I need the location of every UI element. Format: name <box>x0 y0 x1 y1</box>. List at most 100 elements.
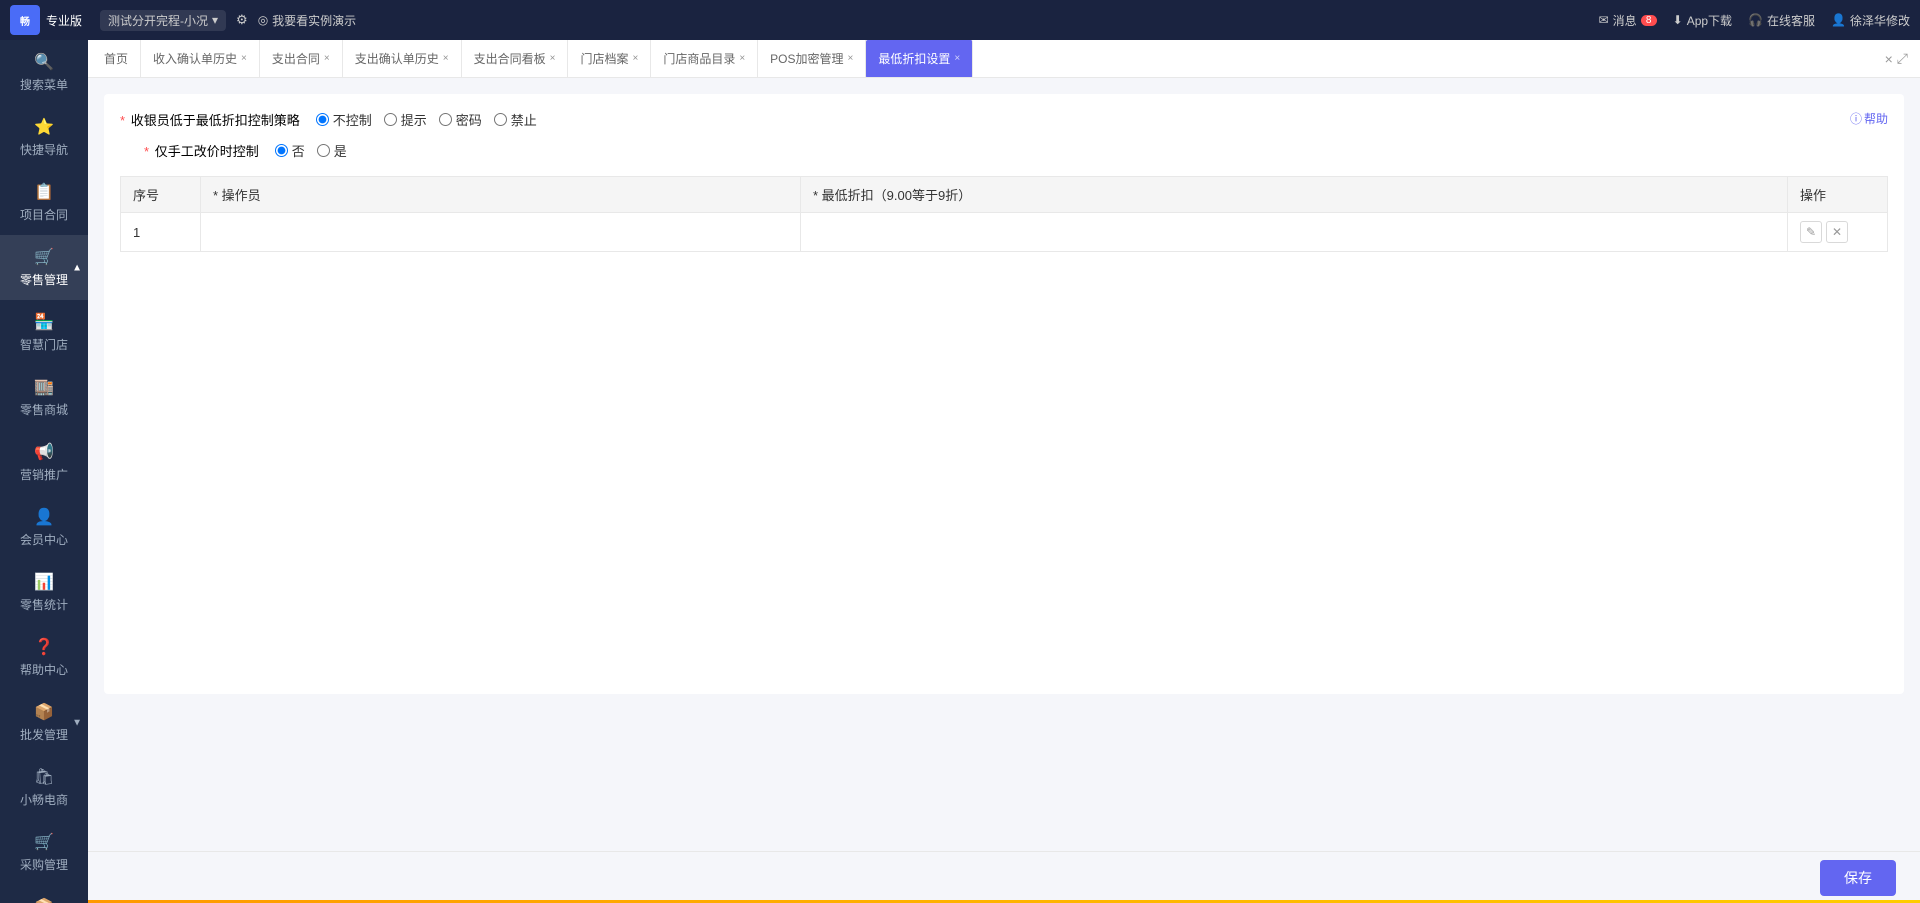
sidebar-item-ecommerce[interactable]: 🛍 小畅电商 <box>0 755 88 820</box>
tab-label: 支出确认单历史 <box>355 50 439 67</box>
purchase-icon: 🛒 <box>34 832 54 852</box>
tab-close-icon[interactable]: × <box>739 53 745 64</box>
sidebar-item-label: 会员中心 <box>20 531 68 548</box>
sidebar-item-inventory[interactable]: 📦 库存核算 <box>0 885 88 903</box>
option-no-control[interactable]: 不控制 <box>316 110 372 129</box>
tab-close-icon[interactable]: × <box>632 53 638 64</box>
option-prompt[interactable]: 提示 <box>384 110 427 129</box>
tab-close-icon[interactable]: × <box>241 53 247 64</box>
option-forbid[interactable]: 禁止 <box>494 110 537 129</box>
tab-min-discount[interactable]: 最低折扣设置 × <box>866 40 973 78</box>
sidebar-item-search[interactable]: 🔍 搜索菜单 <box>0 40 88 105</box>
delete-row-button[interactable]: ✕ <box>1826 221 1848 243</box>
chevron-up-icon: ▲ <box>72 262 82 273</box>
mall-icon: 🏬 <box>34 377 54 397</box>
edit-row-button[interactable]: ✎ <box>1800 221 1822 243</box>
option-no[interactable]: 否 <box>275 141 305 160</box>
sidebar-item-wholesale[interactable]: 📦 批发管理 ▼ <box>0 690 88 755</box>
discount-table: 序号 * 操作员 * 最低折扣（9.00等于9折） 操作 <box>120 176 1888 252</box>
tab-close-icon[interactable]: × <box>954 53 960 64</box>
sidebar-item-label: 搜索菜单 <box>20 76 68 93</box>
tab-payment-contract[interactable]: 支出合同 × <box>260 40 343 78</box>
cell-seq: 1 <box>121 213 201 252</box>
demo-link[interactable]: ◎ 我要看实例演示 <box>258 12 357 29</box>
cashier-strategy-options: 不控制 提示 密码 禁止 <box>316 110 537 129</box>
tab-store-file[interactable]: 门店档案 × <box>568 40 651 78</box>
store-icon: 🏪 <box>34 312 54 332</box>
col-header-operator: * 操作员 <box>201 177 801 213</box>
manual-control-label: * 仅手工改价时控制 <box>144 141 259 160</box>
retail-icon: 🛒 <box>34 247 54 267</box>
sidebar-item-purchase[interactable]: 🛒 采购管理 <box>0 820 88 885</box>
circle-icon: ◎ <box>258 13 268 27</box>
question-circle-icon: ⓘ <box>1850 110 1862 127</box>
sidebar-item-label: 批发管理 <box>20 726 68 743</box>
save-button[interactable]: 保存 <box>1820 860 1896 896</box>
app-download-button[interactable]: ⬇ App下载 <box>1673 12 1732 29</box>
col-header-discount: * 最低折扣（9.00等于9折） <box>801 177 1788 213</box>
help-button[interactable]: ⓘ 帮助 <box>1850 110 1888 127</box>
ecommerce-icon: 🛍 <box>34 767 54 787</box>
page-footer: 保存 <box>88 851 1920 903</box>
tab-label: 收入确认单历史 <box>153 50 237 67</box>
tab-store-goods[interactable]: 门店商品目录 × <box>651 40 758 78</box>
sidebar-item-smart-store[interactable]: 🏪 智慧门店 <box>0 300 88 365</box>
sidebar-item-label: 智慧门店 <box>20 336 68 353</box>
tab-payment-contract-view[interactable]: 支出合同看板 × <box>462 40 569 78</box>
sidebar-item-label: 零售管理 <box>20 271 68 288</box>
tab-home[interactable]: 首页 <box>92 40 141 78</box>
sidebar-item-project[interactable]: 📋 项目合同 <box>0 170 88 235</box>
manual-control-options: 否 是 <box>275 141 347 160</box>
sidebar-item-retail-mall[interactable]: 🏬 零售商城 <box>0 365 88 430</box>
tab-income-history[interactable]: 收入确认单历史 × <box>141 40 260 78</box>
page-card: ⓘ 帮助 * 收银员低于最低折扣控制策略 不控制 <box>104 94 1904 694</box>
col-header-action: 操作 <box>1788 177 1888 213</box>
tab-close-icon[interactable]: × <box>443 53 449 64</box>
tab-label: 支出合同 <box>272 50 320 67</box>
tab-close-icon[interactable]: × <box>848 53 854 64</box>
sidebar-item-label: 零售商城 <box>20 401 68 418</box>
cell-operator <box>201 213 801 252</box>
sidebar-item-label: 营销推广 <box>20 466 68 483</box>
cell-discount <box>801 213 1788 252</box>
member-icon: 👤 <box>34 507 54 527</box>
option-password[interactable]: 密码 <box>439 110 482 129</box>
marketing-icon: 📢 <box>34 442 54 462</box>
message-icon: ✉ <box>1599 13 1609 27</box>
chevron-down-icon: ▼ <box>72 717 82 728</box>
table-row: 1 ✎ ✕ <box>121 213 1888 252</box>
stats-icon: 📊 <box>34 572 54 592</box>
tab-label: 首页 <box>104 50 128 67</box>
tab-close-icon[interactable]: × <box>324 53 330 64</box>
project-name: 测试分开完程-小况 <box>108 12 208 29</box>
col-header-seq: 序号 <box>121 177 201 213</box>
online-support-button[interactable]: 🎧 在线客服 <box>1748 12 1815 29</box>
tab-expand-icon[interactable]: ⤢ <box>1897 50 1908 67</box>
tab-pos-password[interactable]: POS加密管理 × <box>758 40 866 78</box>
logo-icon: 畅 <box>10 5 40 35</box>
option-yes[interactable]: 是 <box>317 141 347 160</box>
tab-label: 支出合同看板 <box>474 50 546 67</box>
sidebar-item-help[interactable]: ❓ 帮助中心 <box>0 625 88 690</box>
manual-control-row: * 仅手工改价时控制 否 是 <box>120 141 1888 160</box>
download-icon: ⬇ <box>1673 13 1683 27</box>
tab-close-icon[interactable]: × <box>550 53 556 64</box>
tab-label: POS加密管理 <box>770 50 843 67</box>
sidebar: 🔍 搜索菜单 ⭐ 快捷导航 📋 项目合同 🛒 零售管理 ▲ 🏪 智慧门店 🏬 零… <box>0 40 88 903</box>
user-profile-button[interactable]: 👤 徐泽华修改 <box>1831 12 1910 29</box>
sidebar-item-retail[interactable]: 🛒 零售管理 ▲ <box>0 235 88 300</box>
sidebar-item-label: 零售统计 <box>20 596 68 613</box>
sidebar-item-shortcut[interactable]: ⭐ 快捷导航 <box>0 105 88 170</box>
project-selector[interactable]: 测试分开完程-小况 ▾ <box>100 10 226 31</box>
sidebar-item-retail-stats[interactable]: 📊 零售统计 <box>0 560 88 625</box>
cashier-strategy-label: * 收银员低于最低折扣控制策略 <box>120 110 300 129</box>
tab-payment-confirm-history[interactable]: 支出确认单历史 × <box>343 40 462 78</box>
messages-button[interactable]: ✉ 消息 8 <box>1599 12 1657 29</box>
inventory-icon: 📦 <box>34 897 54 903</box>
sidebar-item-label: 采购管理 <box>20 856 68 873</box>
sidebar-item-member[interactable]: 👤 会员中心 <box>0 495 88 560</box>
tab-close-all-icon[interactable]: × <box>1885 51 1893 67</box>
wholesale-icon: 📦 <box>34 702 54 722</box>
sidebar-item-marketing[interactable]: 📢 营销推广 <box>0 430 88 495</box>
settings-icon[interactable]: ⚙ <box>236 12 248 28</box>
